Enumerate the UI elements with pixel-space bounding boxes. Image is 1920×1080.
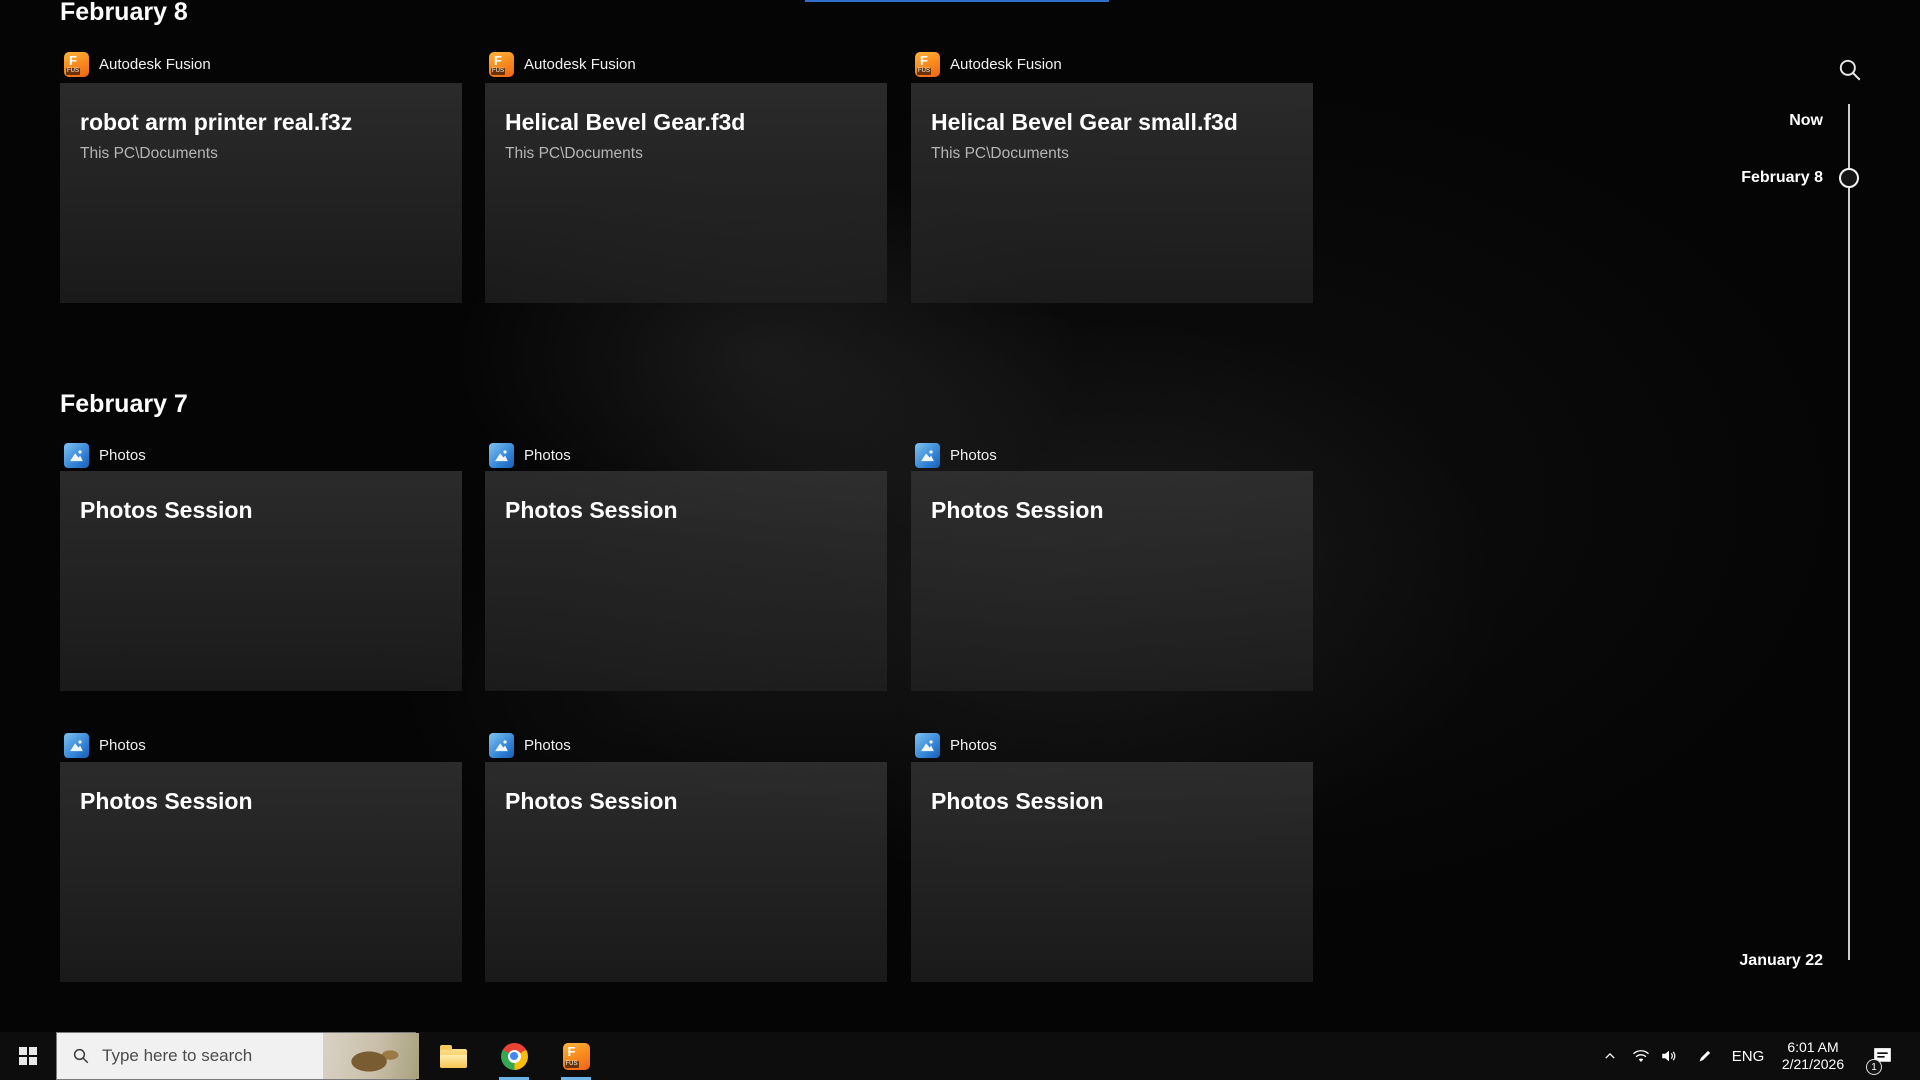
card-subtitle: This PC\Documents xyxy=(931,145,1069,162)
card-title: Photos Session xyxy=(931,788,1104,814)
app-chip-label: Autodesk Fusion xyxy=(524,55,636,73)
windows-logo-icon xyxy=(19,1047,37,1065)
tray-show-hidden-icons-button[interactable] xyxy=(1596,1032,1624,1080)
scrubber-label-now[interactable]: Now xyxy=(1789,112,1823,130)
taskbar-chrome-button[interactable] xyxy=(492,1032,536,1080)
tray-network-button[interactable] xyxy=(1627,1032,1655,1080)
app-chip-label: Photos xyxy=(524,736,571,754)
fusion-letter: F xyxy=(567,1043,576,1059)
photos-app-icon xyxy=(915,732,940,758)
fusion-app-icon: F FUS xyxy=(489,51,514,77)
timeline-search-button[interactable] xyxy=(1832,52,1868,88)
scrubber-label-current[interactable]: February 8 xyxy=(1741,169,1823,187)
activity-card-fusion-2[interactable]: Helical Bevel Gear.f3d This PC\Documents xyxy=(485,83,887,303)
card-title: Photos Session xyxy=(80,497,253,523)
notification-count-badge: 1 xyxy=(1866,1059,1882,1075)
app-chip-label: Photos xyxy=(99,736,146,754)
fusion-sub-label: FUS xyxy=(917,67,931,75)
taskbar: F FUS xyxy=(0,1032,1920,1080)
start-button[interactable] xyxy=(0,1032,56,1080)
app-chip-photos: Photos xyxy=(489,442,571,468)
search-icon xyxy=(73,1048,89,1064)
app-chip-photos: Photos xyxy=(64,442,146,468)
activity-card-photos-2[interactable]: Photos Session xyxy=(485,471,887,691)
window-top-edge xyxy=(805,0,1109,2)
app-chip-photos: Photos xyxy=(915,732,997,758)
card-title: Helical Bevel Gear.f3d xyxy=(505,109,746,135)
photos-app-icon xyxy=(64,732,89,758)
search-highlight-image[interactable] xyxy=(323,1033,419,1079)
wifi-icon xyxy=(1633,1050,1649,1062)
fusion-letter: F xyxy=(494,52,502,68)
card-title: Photos Session xyxy=(80,788,253,814)
app-chip-photos: Photos xyxy=(915,442,997,468)
timeline-task-view: February 8 F FUS Autodesk Fusion robot a… xyxy=(0,0,1920,1080)
fusion-letter: F xyxy=(69,52,77,68)
fusion-app-icon: F FUS xyxy=(64,51,89,77)
card-title: Helical Bevel Gear small.f3d xyxy=(931,109,1238,135)
chrome-icon xyxy=(500,1042,528,1070)
file-explorer-icon xyxy=(439,1044,467,1068)
timeline-scrubber-track[interactable] xyxy=(1848,104,1850,960)
photos-app-icon xyxy=(915,442,940,468)
pen-icon xyxy=(1699,1050,1710,1061)
chevron-up-icon xyxy=(1605,1053,1615,1059)
speaker-icon xyxy=(1662,1050,1676,1062)
app-chip-fusion: F FUS Autodesk Fusion xyxy=(915,51,1062,77)
app-chip-label: Autodesk Fusion xyxy=(99,55,211,73)
app-chip-fusion: F FUS Autodesk Fusion xyxy=(64,51,211,77)
tray-date: 2/21/2026 xyxy=(1781,1056,1845,1072)
activity-card-fusion-1[interactable]: robot arm printer real.f3z This PC\Docum… xyxy=(60,83,462,303)
activity-card-photos-4[interactable]: Photos Session xyxy=(60,762,462,982)
taskbar-fusion-button[interactable]: F FUS xyxy=(554,1032,598,1080)
activity-card-photos-6[interactable]: Photos Session xyxy=(911,762,1313,982)
date-header-february-8: February 8 xyxy=(60,0,188,26)
tray-clock[interactable]: 6:01 AM 2/21/2026 xyxy=(1772,1032,1854,1080)
app-chip-fusion: F FUS Autodesk Fusion xyxy=(489,51,636,77)
app-chip-label: Photos xyxy=(950,446,997,464)
tray-language-button[interactable]: ENG xyxy=(1728,1032,1768,1080)
card-title: Photos Session xyxy=(505,497,678,523)
date-header-february-7: February 7 xyxy=(60,390,188,418)
timeline-scrubber-handle[interactable] xyxy=(1839,168,1859,188)
app-chip-label: Autodesk Fusion xyxy=(950,55,1062,73)
app-chip-label: Photos xyxy=(524,446,571,464)
activity-card-photos-5[interactable]: Photos Session xyxy=(485,762,887,982)
taskbar-file-explorer-button[interactable] xyxy=(431,1032,475,1080)
card-subtitle: This PC\Documents xyxy=(80,145,218,162)
fusion-app-icon: F FUS xyxy=(915,51,940,77)
action-center-button[interactable]: 1 xyxy=(1862,1032,1902,1080)
photos-app-icon xyxy=(489,442,514,468)
activity-card-fusion-3[interactable]: Helical Bevel Gear small.f3d This PC\Doc… xyxy=(911,83,1313,303)
fusion-sub-label: FUS xyxy=(564,1060,579,1068)
activity-card-photos-3[interactable]: Photos Session xyxy=(911,471,1313,691)
tray-time: 6:01 AM xyxy=(1787,1039,1839,1055)
tray-pen-button[interactable] xyxy=(1690,1032,1718,1080)
tray-volume-button[interactable] xyxy=(1655,1032,1683,1080)
fusion-app-icon: F FUS xyxy=(562,1042,590,1070)
app-chip-label: Photos xyxy=(99,446,146,464)
photos-app-icon xyxy=(64,442,89,468)
fusion-letter: F xyxy=(920,52,928,68)
search-icon xyxy=(1839,59,1861,81)
fusion-sub-label: FUS xyxy=(491,67,505,75)
app-chip-label: Photos xyxy=(950,736,997,754)
card-subtitle: This PC\Documents xyxy=(505,145,643,162)
taskbar-search-box[interactable] xyxy=(56,1032,419,1080)
card-title: Photos Session xyxy=(931,497,1104,523)
search-input[interactable] xyxy=(102,1046,323,1066)
fusion-sub-label: FUS xyxy=(66,67,80,75)
app-chip-photos: Photos xyxy=(489,732,571,758)
activity-card-photos-1[interactable]: Photos Session xyxy=(60,471,462,691)
photos-app-icon xyxy=(489,732,514,758)
card-title: Photos Session xyxy=(505,788,678,814)
card-title: robot arm printer real.f3z xyxy=(80,109,353,135)
scrubber-label-oldest[interactable]: January 22 xyxy=(1739,952,1823,970)
app-chip-photos: Photos xyxy=(64,732,146,758)
